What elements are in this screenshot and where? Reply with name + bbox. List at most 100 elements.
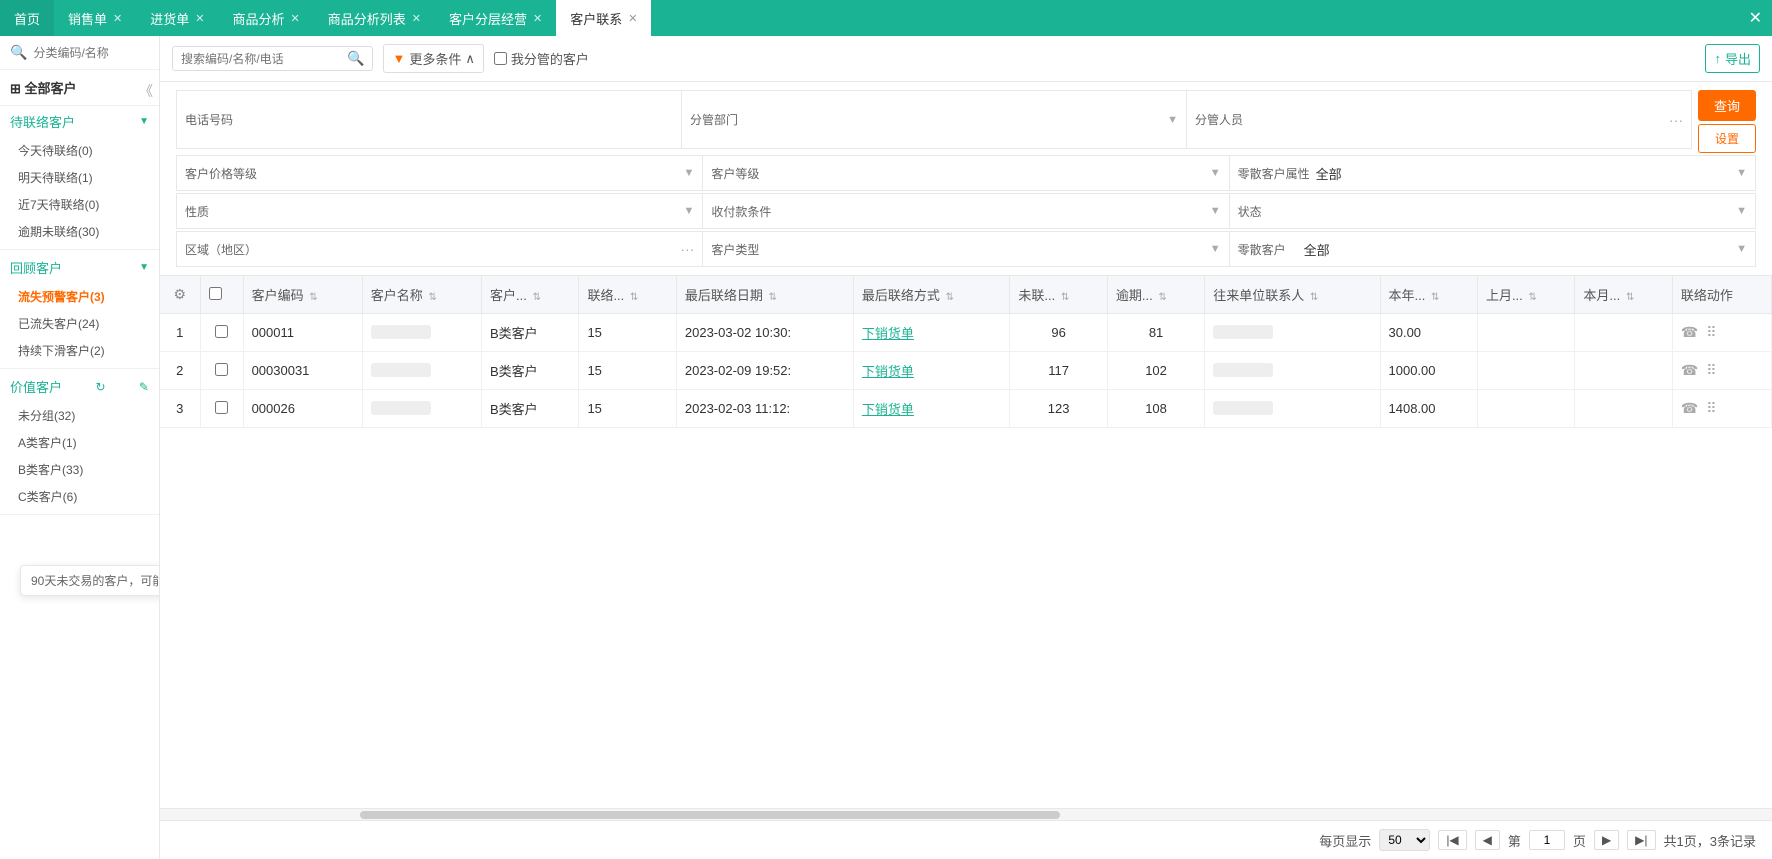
row-last-method[interactable]: 下销货单 <box>853 352 1010 390</box>
tab-customer-contact-close[interactable]: ✕ <box>628 12 637 25</box>
sidebar-item-today[interactable]: 今天待联络(0) <box>0 137 159 164</box>
sidebar-section-waiting-title[interactable]: 待联络客户 ▼ <box>0 106 159 137</box>
sidebar-section-review: 回顾客户 ▼ 流失预警客户(3) 90天未交易的客户，可能有流失风险。 已流失客… <box>0 252 159 369</box>
filter-price-grade-select[interactable]: ▼ <box>263 167 694 179</box>
row-last-method[interactable]: 下销货单 <box>853 314 1010 352</box>
filter-zero-attr-select[interactable]: 全部 ▼ <box>1316 164 1747 183</box>
window-close-button[interactable]: ✕ <box>1749 8 1762 28</box>
setting-button[interactable]: 设置 <box>1698 124 1756 153</box>
filter-customer-type-select[interactable]: ▼ <box>777 243 1220 255</box>
horizontal-scrollbar[interactable] <box>160 808 1772 820</box>
tab-home[interactable]: 首页 <box>0 0 54 36</box>
filter-payment: 收付款条件 ▼ <box>702 194 1228 228</box>
row-last-month <box>1477 390 1574 428</box>
tab-customer-layer[interactable]: 客户分层经营 ✕ <box>435 0 556 36</box>
row-checkbox[interactable] <box>200 352 243 390</box>
more-conditions-btn[interactable]: ▼ 更多条件 ∧ <box>383 44 483 73</box>
col-this-year[interactable]: 本年... ⇅ <box>1380 276 1477 314</box>
col-contact[interactable]: 联络... ⇅ <box>579 276 676 314</box>
action-contact-icon[interactable]: ☎ <box>1681 362 1698 379</box>
action-more-icon[interactable]: ⠿ <box>1706 324 1716 341</box>
filter-status-select[interactable]: ▼ <box>1304 205 1747 217</box>
sidebar-all-customers[interactable]: ⊞ 全部客户 <box>0 70 159 106</box>
sidebar-collapse-btn[interactable]: 《 <box>139 81 153 101</box>
row-last-method[interactable]: 下销货单 <box>853 390 1010 428</box>
tab-purchase[interactable]: 进货单 ✕ <box>136 0 218 36</box>
export-btn[interactable]: ↑ 导出 <box>1705 44 1760 73</box>
sidebar-item-unclassified[interactable]: 未分组(32) <box>0 402 159 429</box>
table-footer: 每页显示 50 20 100 |◀ ◀ 第 页 ▶ ▶| 共1页，3条记录 <box>160 820 1772 859</box>
query-button[interactable]: 查询 <box>1698 90 1756 121</box>
last-page-btn[interactable]: ▶| <box>1627 830 1655 850</box>
edit-icon[interactable]: ✎ <box>139 380 149 394</box>
page-size-select[interactable]: 50 20 100 <box>1379 829 1430 851</box>
first-page-btn[interactable]: |◀ <box>1438 830 1466 850</box>
my-customers-checkbox[interactable] <box>494 52 507 65</box>
filter-zero-attr: 零散客户属性 全部 ▼ <box>1229 156 1755 190</box>
search-submit-icon[interactable]: 🔍 <box>347 50 364 67</box>
filter-region-input[interactable] <box>263 242 674 256</box>
col-contact-person[interactable]: 往来单位联系人 ⇅ <box>1205 276 1380 314</box>
action-contact-icon[interactable]: ☎ <box>1681 400 1698 417</box>
filter-gender-select[interactable]: ▼ <box>251 205 694 217</box>
tab-analysis-list[interactable]: 商品分析列表 ✕ <box>314 0 435 36</box>
sidebar-item-c-class[interactable]: C类客户(6) <box>0 483 159 510</box>
tab-sales-close[interactable]: ✕ <box>113 12 122 25</box>
filter-person-input[interactable] <box>1261 113 1663 127</box>
row-this-month <box>1575 352 1672 390</box>
select-all-checkbox[interactable] <box>209 287 222 300</box>
col-code[interactable]: 客户编码 ⇅ <box>243 276 362 314</box>
filter-payment-select[interactable]: ▼ <box>777 205 1220 217</box>
filter-dept-select[interactable]: ▼ <box>756 114 1178 126</box>
sidebar-item-a-class[interactable]: A类客户(1) <box>0 429 159 456</box>
sidebar-search-input[interactable] <box>33 46 160 60</box>
sort-type-icon: ⇅ <box>532 292 540 303</box>
col-last-date[interactable]: 最后联络日期 ⇅ <box>676 276 853 314</box>
sidebar-section-value-title[interactable]: 价值客户 ↻ ✎ <box>0 371 159 402</box>
filter-zero-customer-select[interactable]: 全部 ▼ <box>1304 240 1747 259</box>
tab-analysis-close[interactable]: ✕ <box>291 12 300 25</box>
tab-analysis[interactable]: 商品分析 ✕ <box>218 0 313 36</box>
tab-analysis-list-close[interactable]: ✕ <box>412 12 421 25</box>
sidebar-item-churned[interactable]: 已流失客户(24) <box>0 310 159 337</box>
refresh-icon[interactable]: ↻ <box>95 380 105 394</box>
tab-purchase-close[interactable]: ✕ <box>195 12 204 25</box>
filter-region-dots[interactable]: ··· <box>680 241 694 257</box>
filter-phone-input[interactable] <box>251 113 673 127</box>
col-last-method[interactable]: 最后联络方式 ⇅ <box>853 276 1010 314</box>
sidebar-item-declining[interactable]: 持续下滑客户(2) <box>0 337 159 364</box>
search-input[interactable] <box>181 52 341 66</box>
row-type: B类客户 <box>482 352 579 390</box>
row-checkbox[interactable] <box>200 390 243 428</box>
sidebar-item-b-class[interactable]: B类客户(33) <box>0 456 159 483</box>
sort-date-icon: ⇅ <box>769 292 777 303</box>
tab-customer-contact[interactable]: 客户联系 ✕ <box>556 0 651 36</box>
sidebar-item-tomorrow[interactable]: 明天待联络(1) <box>0 164 159 191</box>
tab-sales[interactable]: 销售单 ✕ <box>54 0 136 36</box>
tab-customer-layer-close[interactable]: ✕ <box>533 12 542 25</box>
action-more-icon[interactable]: ⠿ <box>1706 362 1716 379</box>
sidebar-item-week[interactable]: 近7天待联络(0) <box>0 191 159 218</box>
page-number-input[interactable] <box>1529 830 1565 850</box>
sidebar-section-review-title[interactable]: 回顾客户 ▼ <box>0 252 159 283</box>
sidebar-search: 🔍 <box>0 36 159 70</box>
column-settings-icon[interactable]: ⚙ <box>173 286 186 302</box>
sidebar-item-overdue[interactable]: 逾期未联络(30) <box>0 218 159 245</box>
row-checkbox[interactable] <box>200 314 243 352</box>
scrollbar-thumb[interactable] <box>360 811 1060 819</box>
action-more-icon[interactable]: ⠿ <box>1706 400 1716 417</box>
my-customers-checkbox-label[interactable]: 我分管的客户 <box>494 49 589 68</box>
sidebar-item-churn-warning[interactable]: 流失预警客户(3) <box>0 283 159 310</box>
col-this-month[interactable]: 本月... ⇅ <box>1575 276 1672 314</box>
col-type[interactable]: 客户... ⇅ <box>482 276 579 314</box>
col-not-contacted[interactable]: 未联... ⇅ <box>1010 276 1107 314</box>
next-page-btn[interactable]: ▶ <box>1594 830 1619 850</box>
prev-page-btn[interactable]: ◀ <box>1475 830 1500 850</box>
col-last-month[interactable]: 上月... ⇅ <box>1477 276 1574 314</box>
col-action: 联络动作 <box>1672 276 1771 314</box>
action-contact-icon[interactable]: ☎ <box>1681 324 1698 341</box>
col-name[interactable]: 客户名称 ⇅ <box>362 276 481 314</box>
filter-person-dots[interactable]: ··· <box>1669 112 1683 128</box>
filter-grade-select[interactable]: ▼ <box>777 167 1220 179</box>
col-overdue[interactable]: 逾期... ⇅ <box>1107 276 1204 314</box>
